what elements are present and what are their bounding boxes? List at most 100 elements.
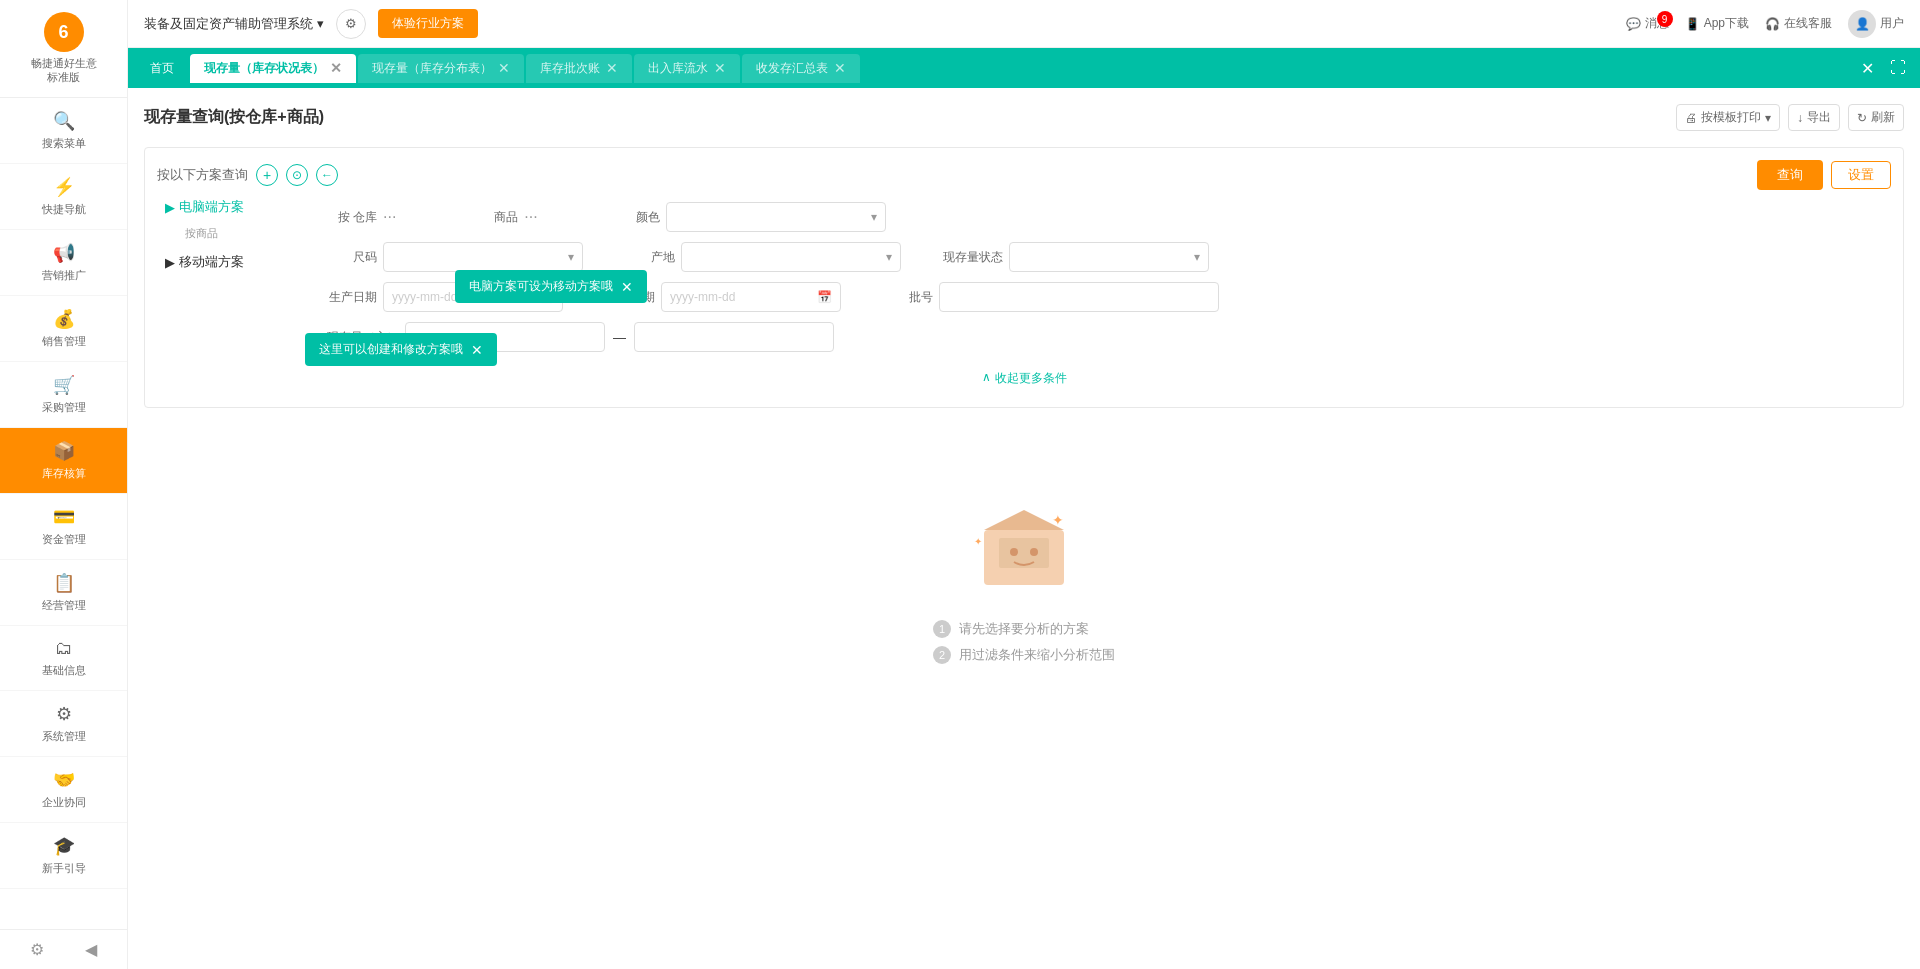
- sidebar-item-operation[interactable]: 📋 经营管理: [0, 560, 127, 626]
- svg-text:✦: ✦: [974, 536, 982, 547]
- sidebar-item-system[interactable]: ⚙ 系统管理: [0, 691, 127, 757]
- system-nav-icon: ⚙: [56, 703, 72, 725]
- filter-prev-button[interactable]: ←: [316, 164, 338, 186]
- guide-nav-icon: ⚡: [53, 176, 75, 198]
- sidebar-item-inventory[interactable]: 📦 库存核算: [0, 428, 127, 494]
- sidebar-item-newbie[interactable]: 🎓 新手引导: [0, 823, 127, 889]
- scheme-pc-sub-item1: 按商品: [185, 226, 304, 241]
- scheme-mobile[interactable]: ▶ 移动端方案: [157, 247, 312, 277]
- sidebar-item-finance[interactable]: 💳 资金管理: [0, 494, 127, 560]
- exp-date-calendar-icon[interactable]: 📅: [817, 290, 832, 304]
- range-separator: —: [613, 330, 626, 345]
- tooltip2-close[interactable]: ✕: [471, 342, 483, 358]
- filter-field-warehouse: 按 仓库 ···: [327, 208, 396, 226]
- export-button[interactable]: ↓ 导出: [1788, 104, 1840, 131]
- collapse-icon: ∧: [982, 370, 991, 387]
- app-download-action[interactable]: 📱 App下载: [1685, 15, 1749, 32]
- tab-collect[interactable]: 收发存汇总表 ✕: [742, 54, 860, 83]
- logo-icon: 6: [44, 12, 84, 52]
- sidebar-settings-btn[interactable]: ⚙: [30, 940, 44, 959]
- prod-date-placeholder: yyyy-mm-dd: [392, 290, 457, 304]
- batch-no-input[interactable]: [939, 282, 1219, 312]
- experience-button[interactable]: 体验行业方案: [378, 9, 478, 38]
- purchase-nav-icon: 🛒: [53, 374, 75, 396]
- filter-label: 按以下方案查询: [157, 166, 248, 184]
- sidebar-item-marketing[interactable]: 📢 营销推广: [0, 230, 127, 296]
- sidebar-item-sales[interactable]: 💰 销售管理: [0, 296, 127, 362]
- inventory-main-max[interactable]: [634, 322, 834, 352]
- content-area: 现存量查询(按仓库+商品) 🖨 按模板打印 ▾ ↓ 导出 ↻ 刷新: [128, 88, 1920, 969]
- search-nav-icon: 🔍: [53, 110, 75, 132]
- support-action[interactable]: 🎧 在线客服: [1765, 15, 1832, 32]
- print-label: 按模板打印: [1701, 109, 1761, 126]
- color-select[interactable]: ▾: [666, 202, 886, 232]
- sidebar-item-label: 搜索菜单: [42, 136, 86, 151]
- goods-dots[interactable]: ···: [524, 208, 537, 226]
- tab-close-inventory-dist[interactable]: ✕: [498, 60, 510, 76]
- page-content: 现存量查询(按仓库+商品) 🖨 按模板打印 ▾ ↓ 导出 ↻ 刷新: [128, 88, 1920, 969]
- sidebar-item-purchase[interactable]: 🛒 采购管理: [0, 362, 127, 428]
- marketing-nav-icon: 📢: [53, 242, 75, 264]
- tab-close-all-btn[interactable]: ✕: [1855, 57, 1880, 80]
- collapse-bar[interactable]: ∧ 收起更多条件: [157, 362, 1891, 395]
- inventory-status-label: 现存量状态: [943, 249, 1003, 266]
- print-button[interactable]: 🖨 按模板打印 ▾: [1676, 104, 1780, 131]
- filter-header: 按以下方案查询 + ⊙ ← 查询 设置: [157, 160, 1891, 190]
- user-avatar: 👤: [1848, 10, 1876, 38]
- color-arrow-icon: ▾: [871, 210, 877, 224]
- scheme-pc[interactable]: ▶ 电脑端方案: [157, 192, 312, 222]
- header-settings-btn[interactable]: ⚙: [336, 9, 366, 39]
- search-button[interactable]: 查询: [1757, 160, 1823, 190]
- filter-field-inventory-status: 现存量状态 ▾: [943, 242, 1209, 272]
- tab-close-inventory-status[interactable]: ✕: [330, 60, 342, 76]
- tab-inventory-dist[interactable]: 现存量（库存分布表） ✕: [358, 54, 524, 83]
- filter-copy-button[interactable]: ⊙: [286, 164, 308, 186]
- message-action[interactable]: 💬 9 消息: [1626, 15, 1669, 32]
- tooltip-pc-scheme: 电脑方案可设为移动方案哦 ✕: [455, 270, 647, 303]
- tab-home[interactable]: 首页: [136, 54, 188, 83]
- sidebar-item-enterprise[interactable]: 🤝 企业协同: [0, 757, 127, 823]
- set-button[interactable]: 设置: [1831, 161, 1891, 189]
- inventory-nav-icon: 📦: [53, 440, 75, 462]
- inventory-status-select[interactable]: ▾: [1009, 242, 1209, 272]
- export-icon: ↓: [1797, 111, 1803, 125]
- sidebar-nav: 🔍 搜索菜单 ⚡ 快捷导航 📢 营销推广 💰 销售管理 🛒 采购管理 📦 库存核…: [0, 98, 127, 929]
- sidebar-item-search[interactable]: 🔍 搜索菜单: [0, 98, 127, 164]
- sidebar-collapse-btn[interactable]: ◀: [85, 940, 97, 959]
- filter-add-button[interactable]: +: [256, 164, 278, 186]
- tab-batch[interactable]: 库存批次账 ✕: [526, 54, 632, 83]
- sidebar-logo: 6 畅捷通好生意 标准版: [0, 0, 127, 98]
- tab-close-batch[interactable]: ✕: [606, 60, 618, 76]
- tab-close-inout[interactable]: ✕: [714, 60, 726, 76]
- scheme-pc-sub: 按商品: [157, 222, 312, 247]
- main-area: 装备及固定资产辅助管理系统 ▾ ⚙ 体验行业方案 💬 9 消息 📱 App下载 …: [128, 0, 1920, 969]
- enterprise-nav-icon: 🤝: [53, 769, 75, 791]
- filter-row-2: 尺码 ▾ 产地 ▾: [327, 242, 1891, 272]
- warehouse-dots[interactable]: ···: [383, 208, 396, 226]
- empty-tip-1: 1 请先选择要分析的方案: [933, 620, 1115, 638]
- system-selector[interactable]: 装备及固定资产辅助管理系统 ▾: [144, 15, 324, 33]
- exp-date-input[interactable]: yyyy-mm-dd 📅: [661, 282, 841, 312]
- svg-rect-2: [999, 538, 1049, 568]
- scheme-mobile-arrow: ▶: [165, 255, 175, 270]
- tab-inventory-status[interactable]: 现存量（库存状况表） ✕: [190, 54, 356, 83]
- sidebar-item-guide[interactable]: ⚡ 快捷导航: [0, 164, 127, 230]
- tab-bar: 首页 现存量（库存状况表） ✕ 现存量（库存分布表） ✕ 库存批次账 ✕ 出入库…: [128, 48, 1920, 88]
- page-title-bar: 现存量查询(按仓库+商品) 🖨 按模板打印 ▾ ↓ 导出 ↻ 刷新: [144, 104, 1904, 131]
- message-icon: 💬: [1626, 17, 1641, 31]
- user-action[interactable]: 👤 用户: [1848, 10, 1904, 38]
- origin-select[interactable]: ▾: [681, 242, 901, 272]
- tab-inout[interactable]: 出入库流水 ✕: [634, 54, 740, 83]
- tab-close-collect[interactable]: ✕: [834, 60, 846, 76]
- sidebar-item-basic[interactable]: 🗂 基础信息: [0, 626, 127, 691]
- scheme-list: ▶ 电脑端方案 按商品 ▶ 移动端方案: [157, 192, 312, 277]
- sidebar: 6 畅捷通好生意 标准版 🔍 搜索菜单 ⚡ 快捷导航 📢 营销推广 💰 销售管理…: [0, 0, 128, 969]
- size-label: 尺码: [327, 249, 377, 266]
- origin-label: 产地: [625, 249, 675, 266]
- size-select[interactable]: ▾: [383, 242, 583, 272]
- sidebar-item-label: 库存核算: [42, 466, 86, 481]
- tab-fullscreen-btn[interactable]: ⛶: [1884, 57, 1912, 80]
- tooltip1-close[interactable]: ✕: [621, 279, 633, 295]
- app-icon: 📱: [1685, 17, 1700, 31]
- refresh-button[interactable]: ↻ 刷新: [1848, 104, 1904, 131]
